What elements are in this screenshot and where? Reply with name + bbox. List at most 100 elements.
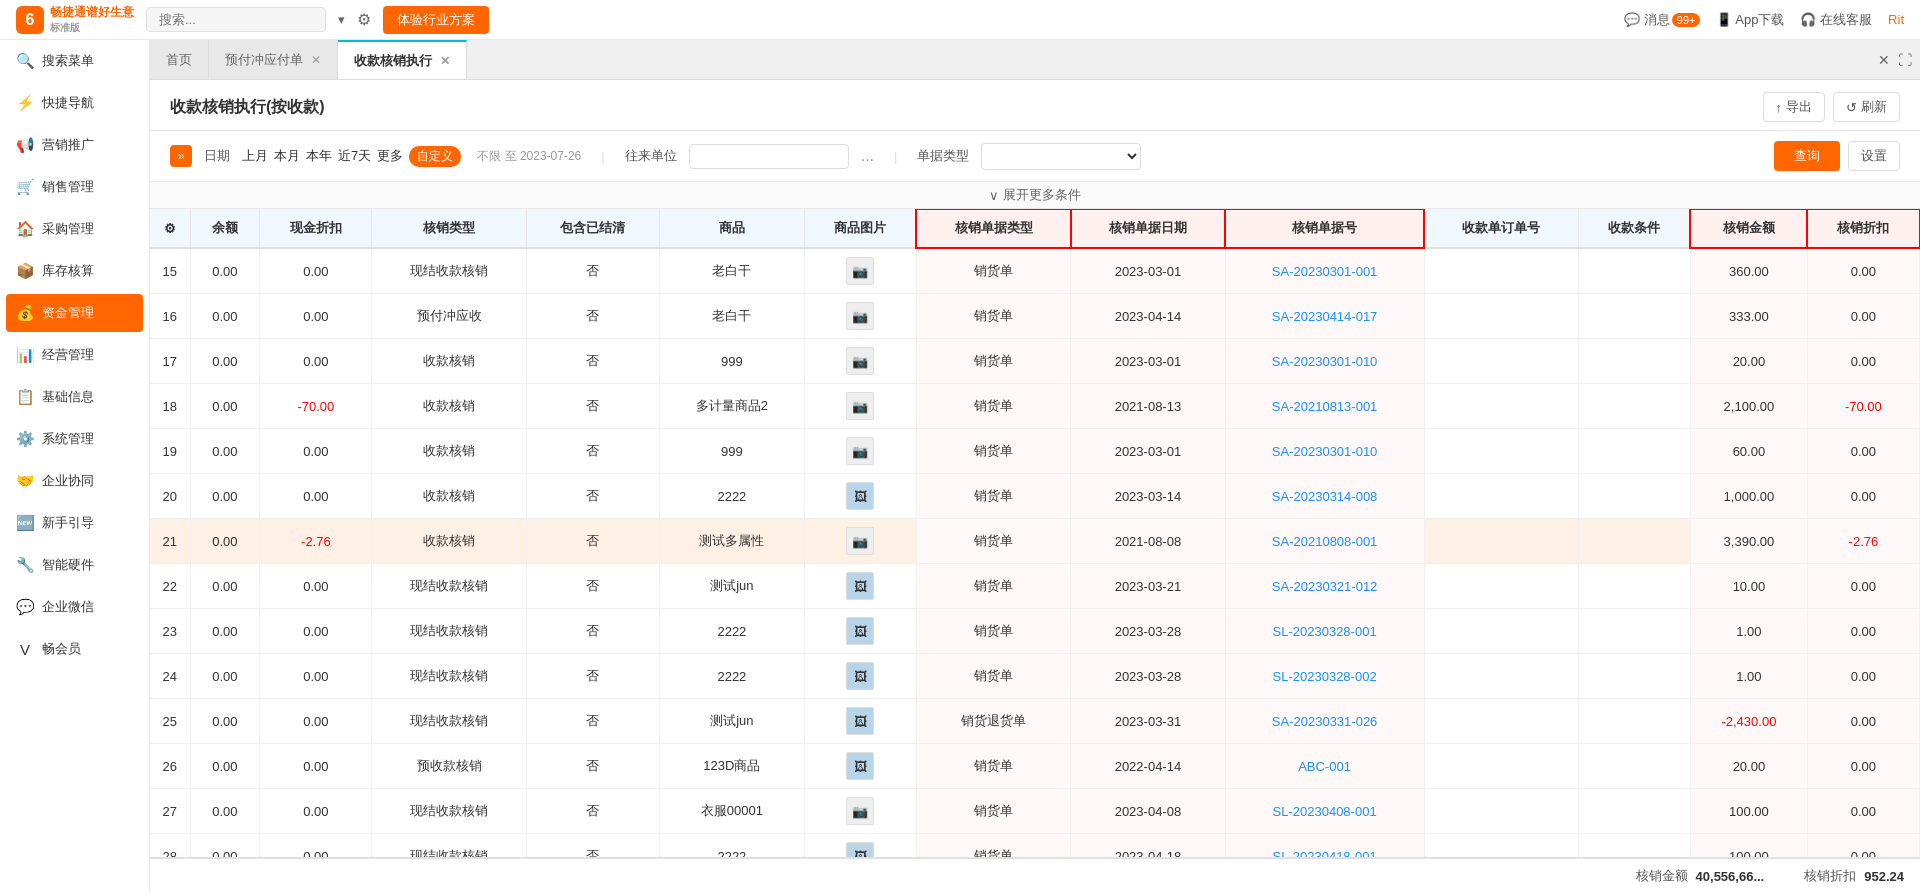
date-filter-group: 上月 本月 本年 近7天 更多 自定义 (242, 146, 461, 167)
top-search-input[interactable] (146, 7, 326, 32)
cancel-bill-no-link[interactable]: ABC-001 (1298, 759, 1351, 774)
user-name[interactable]: Rit (1888, 12, 1904, 27)
date-range-text: 不限 至 2023-07-26 (477, 148, 581, 165)
sidebar-item-quicknav[interactable]: ⚡ 快捷导航 (0, 82, 149, 124)
cancel-bill-type-cell: 销货单 (916, 519, 1070, 564)
cancel-bill-no-link[interactable]: SL-20230328-001 (1273, 624, 1377, 639)
table-row[interactable]: 190.000.00收款核销否999📷销货单2023-03-01SA-20230… (150, 429, 1920, 474)
table-row[interactable]: 280.000.00现结收款核销否2222🖼销货单2023-04-18SL-20… (150, 834, 1920, 858)
close-tab-btn[interactable]: ✕ (1878, 52, 1890, 68)
tab-receipt-close[interactable]: ✕ (440, 54, 450, 68)
cancel-bill-no-cell: SL-20230408-001 (1225, 789, 1424, 834)
date-last-month[interactable]: 上月 (242, 147, 268, 165)
cancel-bill-no-link[interactable]: SL-20230418-001 (1273, 849, 1377, 858)
sidebar-item-member[interactable]: V 畅会员 (0, 628, 149, 670)
cancel-bill-no-link[interactable]: SA-20230331-026 (1272, 714, 1378, 729)
tab-home[interactable]: 首页 (150, 40, 209, 79)
col-header-receipt-order-no: 收款单订单号 (1424, 209, 1578, 248)
date-this-year[interactable]: 本年 (306, 147, 332, 165)
sales-icon: 🛒 (16, 178, 34, 196)
funds-icon: 💰 (16, 304, 34, 322)
export-btn[interactable]: ↑ 导出 (1763, 92, 1826, 122)
top-bar-right: 💬 消息99+ 📱 App下载 🎧 在线客服 Rit (1624, 11, 1904, 29)
table-row[interactable]: 230.000.00现结收款核销否2222🖼销货单2023-03-28SL-20… (150, 609, 1920, 654)
cancel-bill-no-link[interactable]: SA-20230301-010 (1272, 354, 1378, 369)
cancel-bill-no-cell: SA-20230321-012 (1225, 564, 1424, 609)
date-this-month[interactable]: 本月 (274, 147, 300, 165)
sidebar-item-sales[interactable]: 🛒 销售管理 (0, 166, 149, 208)
cancel-bill-no-link[interactable]: SA-20230314-008 (1272, 489, 1378, 504)
cancel-bill-no-link[interactable]: SA-20210813-001 (1272, 399, 1378, 414)
sidebar-item-purchase[interactable]: 🏠 采购管理 (0, 208, 149, 250)
table-row[interactable]: 250.000.00现结收款核销否测试jun🖼销货退货单2023-03-31SA… (150, 699, 1920, 744)
table-row[interactable]: 150.000.00现结收款核销否老白干📷销货单2023-03-01SA-202… (150, 248, 1920, 294)
cancel-bill-no-link[interactable]: SA-20230414-017 (1272, 309, 1378, 324)
col-header-gear[interactable]: ⚙ (150, 209, 190, 248)
partner-input[interactable] (689, 144, 849, 169)
filter-expand-btn[interactable]: » (170, 145, 192, 167)
sidebar-item-funds[interactable]: 💰 资金管理 (6, 294, 143, 332)
sidebar-item-wechat[interactable]: 💬 企业微信 (0, 586, 149, 628)
filter-dots[interactable]: ... (861, 147, 874, 165)
cancel-bill-date-cell: 2022-04-14 (1071, 744, 1225, 789)
sidebar-item-search[interactable]: 🔍 搜索菜单 (0, 40, 149, 82)
tab-prepay-close[interactable]: ✕ (311, 53, 321, 67)
cancel-bill-type-cell: 销货单 (916, 564, 1070, 609)
footer-cancel-discount-label: 核销折扣 (1804, 867, 1856, 885)
cancel-bill-no-cell: SL-20230418-001 (1225, 834, 1424, 858)
sidebar-item-smart[interactable]: 🔧 智能硬件 (0, 544, 149, 586)
date-custom-btn[interactable]: 自定义 (409, 146, 461, 167)
sidebar-item-marketing[interactable]: 📢 营销推广 (0, 124, 149, 166)
table-row[interactable]: 210.00-2.76收款核销否测试多属性📷销货单2021-08-08SA-20… (150, 519, 1920, 564)
app-download-link[interactable]: 📱 App下载 (1716, 11, 1784, 29)
quicknav-icon: ⚡ (16, 94, 34, 112)
cancel-amount-cell: 1.00 (1690, 609, 1807, 654)
cancel-discount-cell: 0.00 (1807, 474, 1919, 519)
query-btn[interactable]: 查询 (1774, 141, 1840, 171)
cancel-bill-no-link[interactable]: SL-20230328-002 (1273, 669, 1377, 684)
dropdown-icon[interactable]: ▾ (338, 12, 345, 27)
table-row[interactable]: 160.000.00预付冲应收否老白干📷销货单2023-04-14SA-2023… (150, 294, 1920, 339)
table-container[interactable]: ⚙ 余额 现金折扣 核销类型 包含已结清 商品 商品图片 核销单据类型 核销单据… (150, 209, 1920, 857)
expand-more-btn[interactable]: ∨ 展开更多条件 (989, 186, 1081, 204)
product-image: 🖼 (846, 662, 874, 690)
date-more[interactable]: 更多 (377, 147, 403, 165)
cancel-bill-no-link[interactable]: SA-20230301-001 (1272, 264, 1378, 279)
cancel-bill-no-link[interactable]: SA-20230321-012 (1272, 579, 1378, 594)
sidebar-item-corp[interactable]: 🤝 企业协同 (0, 460, 149, 502)
sidebar-item-basic[interactable]: 📋 基础信息 (0, 376, 149, 418)
cancel-bill-no-link[interactable]: SL-20230408-001 (1273, 804, 1377, 819)
tab-receipt[interactable]: 收款核销执行 ✕ (338, 40, 467, 79)
cancel-bill-no-link[interactable]: SA-20230301-010 (1272, 444, 1378, 459)
sidebar-item-ops[interactable]: 📊 经营管理 (0, 334, 149, 376)
sidebar-item-inventory[interactable]: 📦 库存核算 (0, 250, 149, 292)
message-link[interactable]: 💬 消息99+ (1624, 11, 1700, 29)
cancel-discount-cell: 0.00 (1807, 294, 1919, 339)
table-row[interactable]: 240.000.00现结收款核销否2222🖼销货单2023-03-28SL-20… (150, 654, 1920, 699)
sidebar-item-sys[interactable]: ⚙️ 系统管理 (0, 418, 149, 460)
settings-icon[interactable]: ⚙ (357, 10, 371, 29)
maximize-btn[interactable]: ⛶ (1898, 52, 1912, 68)
table-row[interactable]: 260.000.00预收款核销否123D商品🖼销货单2022-04-14ABC-… (150, 744, 1920, 789)
sidebar-item-guide[interactable]: 🆕 新手引导 (0, 502, 149, 544)
industry-btn[interactable]: 体验行业方案 (383, 6, 489, 34)
cancel-bill-no-link[interactable]: SA-20210808-001 (1272, 534, 1378, 549)
online-service-link[interactable]: 🎧 在线客服 (1800, 11, 1872, 29)
cancel-amount-cell: 20.00 (1690, 339, 1807, 384)
refresh-btn[interactable]: ↺ 刷新 (1833, 92, 1900, 122)
filter-right: 查询 设置 (1774, 141, 1900, 171)
table-row[interactable]: 220.000.00现结收款核销否测试jun🖼销货单2023-03-21SA-2… (150, 564, 1920, 609)
cancel-discount-cell: 0.00 (1807, 744, 1919, 789)
tab-prepay[interactable]: 预付冲应付单 ✕ (209, 40, 338, 79)
date-7days[interactable]: 近7天 (338, 147, 371, 165)
table-row[interactable]: 170.000.00收款核销否999📷销货单2023-03-01SA-20230… (150, 339, 1920, 384)
table-gear-icon[interactable]: ⚙ (164, 221, 176, 236)
bill-type-select[interactable] (981, 143, 1141, 170)
product-image: 📷 (846, 797, 874, 825)
table-row[interactable]: 200.000.00收款核销否2222🖼销货单2023-03-14SA-2023… (150, 474, 1920, 519)
cancel-bill-type-cell: 销货单 (916, 609, 1070, 654)
product-image: 📷 (846, 257, 874, 285)
table-row[interactable]: 180.00-70.00收款核销否多计量商品2📷销货单2021-08-13SA-… (150, 384, 1920, 429)
setting-btn[interactable]: 设置 (1848, 141, 1900, 171)
table-row[interactable]: 270.000.00现结收款核销否衣服00001📷销货单2023-04-08SL… (150, 789, 1920, 834)
